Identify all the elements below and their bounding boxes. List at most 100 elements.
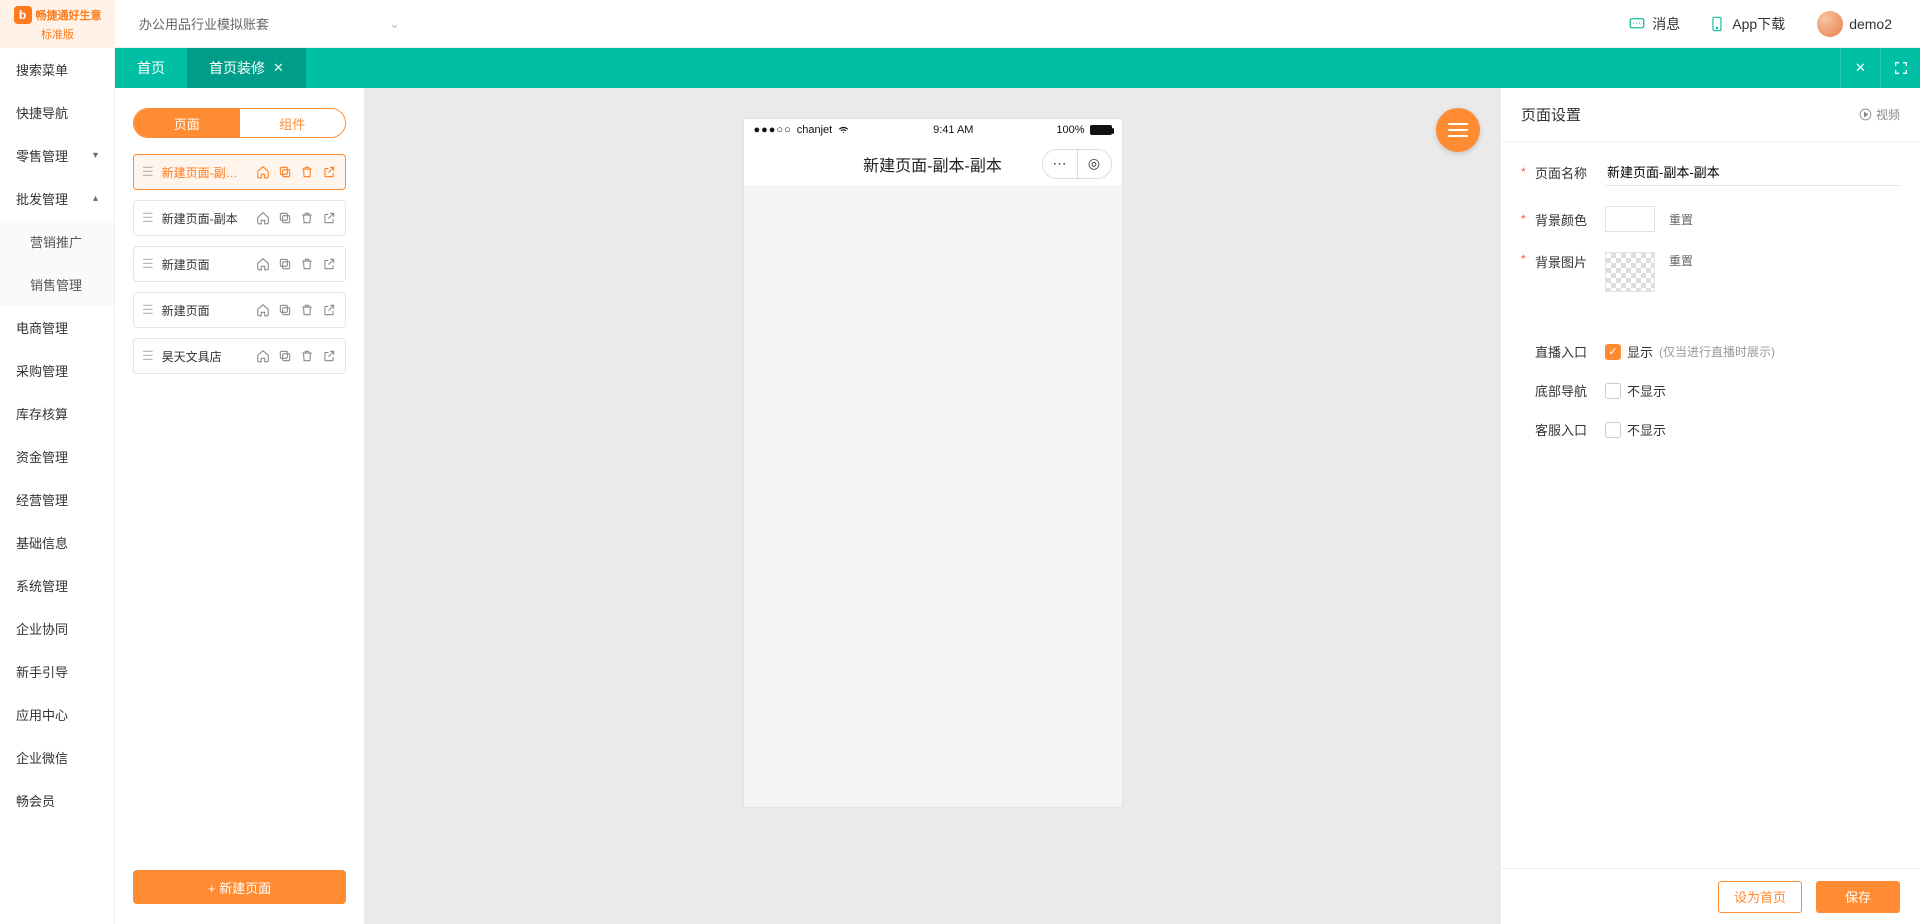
cs-entry-checkbox[interactable]: 不显示 — [1605, 420, 1666, 439]
panel-segmented: 页面 组件 — [133, 108, 346, 138]
bg-image-reset[interactable]: 重置 — [1669, 252, 1693, 269]
copy-icon[interactable] — [277, 256, 293, 272]
field-cs-entry: 客服入口 不显示 — [1521, 420, 1900, 439]
share-icon[interactable] — [321, 256, 337, 272]
messages-button[interactable]: 消息 — [1628, 14, 1680, 34]
video-link[interactable]: 视频 — [1859, 106, 1900, 123]
sidebar-item-label: 资金管理 — [16, 447, 68, 466]
share-icon[interactable] — [321, 302, 337, 318]
copy-icon[interactable] — [277, 210, 293, 226]
page-name-input[interactable] — [1605, 158, 1900, 186]
save-button[interactable]: 保存 — [1816, 881, 1900, 913]
tab-decor-label: 首页装修 — [209, 58, 265, 78]
target-icon[interactable]: ◎ — [1077, 150, 1111, 178]
tab-home[interactable]: 首页 — [115, 48, 187, 88]
sidebar-item[interactable]: 零售管理▾ — [0, 134, 114, 177]
home-icon[interactable] — [255, 210, 271, 226]
live-show-checkbox[interactable]: ✓ 显示 — [1605, 342, 1653, 361]
seg-page[interactable]: 页面 — [134, 109, 240, 137]
checkbox-off-icon — [1605, 422, 1621, 438]
drag-icon[interactable]: ☰ — [142, 256, 154, 272]
delete-icon[interactable] — [299, 256, 315, 272]
account-selector[interactable]: 办公用品行业模拟账套 ⌄ — [139, 14, 400, 33]
delete-icon[interactable] — [299, 348, 315, 364]
new-page-button[interactable]: + 新建页面 — [133, 870, 346, 904]
page-row[interactable]: ☰昊天文具店 — [133, 338, 346, 374]
field-bg-image: * 背景图片 重置 — [1521, 252, 1900, 292]
brand-logo: b 畅捷通好生意 标准版 — [0, 0, 115, 48]
sidebar-item[interactable]: 畅会员 — [0, 779, 114, 822]
home-icon[interactable] — [255, 348, 271, 364]
tab-close-all[interactable]: ✕ — [1840, 48, 1880, 88]
cs-entry-text: 不显示 — [1627, 420, 1666, 439]
field-bottom-nav: 底部导航 不显示 — [1521, 381, 1900, 400]
home-icon[interactable] — [255, 164, 271, 180]
user-menu[interactable]: demo2 — [1813, 11, 1892, 37]
seg-component[interactable]: 组件 — [240, 109, 346, 137]
bottom-nav-text: 不显示 — [1627, 381, 1666, 400]
sidebar-item-label: 电商管理 — [16, 318, 68, 337]
home-icon[interactable] — [255, 302, 271, 318]
sidebar-item[interactable]: 资金管理 — [0, 435, 114, 478]
close-icon[interactable]: ✕ — [273, 60, 284, 76]
field-page-name: * 页面名称 — [1521, 158, 1900, 186]
sidebar-item[interactable]: 企业协同 — [0, 607, 114, 650]
sidebar-item[interactable]: 快捷导航 — [0, 91, 114, 134]
fullscreen-icon[interactable] — [1880, 48, 1920, 88]
drag-icon[interactable]: ☰ — [142, 164, 154, 180]
copy-icon[interactable] — [277, 164, 293, 180]
drag-icon[interactable]: ☰ — [142, 210, 154, 226]
bg-color-reset[interactable]: 重置 — [1669, 211, 1693, 228]
chevron-down-icon: ⌄ — [389, 16, 400, 32]
tab-strip: 首页 首页装修 ✕ ✕ — [115, 48, 1920, 88]
copy-icon[interactable] — [277, 348, 293, 364]
tab-decor[interactable]: 首页装修 ✕ — [187, 48, 306, 88]
checkbox-off-icon — [1605, 383, 1621, 399]
drag-icon[interactable]: ☰ — [142, 302, 154, 318]
phone-body[interactable] — [744, 187, 1122, 807]
sidebar-item[interactable]: 企业微信 — [0, 736, 114, 779]
sidebar-item[interactable]: 库存核算 — [0, 392, 114, 435]
bg-image-swatch[interactable] — [1605, 252, 1655, 292]
app-download-button[interactable]: App下载 — [1708, 14, 1785, 34]
home-icon[interactable] — [255, 256, 271, 272]
share-icon[interactable] — [321, 348, 337, 364]
sidebar-item[interactable]: 基础信息 — [0, 521, 114, 564]
mini-program-capsule[interactable]: ⋯ ◎ — [1042, 149, 1112, 179]
phone-icon — [1708, 15, 1726, 33]
share-icon[interactable] — [321, 210, 337, 226]
drag-icon[interactable]: ☰ — [142, 348, 154, 364]
canvas-menu-fab[interactable] — [1436, 108, 1480, 152]
bg-image-label: 背景图片 — [1535, 252, 1605, 271]
pages-panel: 页面 组件 ☰新建页面-副本-... ☰新建页面-副本 ☰新建页面 ☰新建页面 ☰昊天文… — [115, 88, 365, 924]
delete-icon[interactable] — [299, 164, 315, 180]
sidebar-item[interactable]: 新手引导 — [0, 650, 114, 693]
sidebar-item[interactable]: 应用中心 — [0, 693, 114, 736]
bg-color-swatch[interactable] — [1605, 206, 1655, 232]
username: demo2 — [1849, 16, 1892, 32]
main-area: 首页 首页装修 ✕ ✕ 页面 组件 ☰新建页面-副本-... ☰新建页面-副本 ☰新… — [115, 48, 1920, 924]
sidebar-item[interactable]: 搜索菜单 — [0, 48, 114, 91]
sidebar-item[interactable]: 经营管理 — [0, 478, 114, 521]
share-icon[interactable] — [321, 164, 337, 180]
signal-icon: ●●●○○ — [754, 124, 792, 136]
sidebar-item[interactable]: 批发管理▴ — [0, 177, 114, 220]
set-home-button[interactable]: 设为首页 — [1718, 881, 1802, 913]
page-row[interactable]: ☰新建页面 — [133, 292, 346, 328]
delete-icon[interactable] — [299, 210, 315, 226]
sidebar-item[interactable]: 电商管理 — [0, 306, 114, 349]
delete-icon[interactable] — [299, 302, 315, 318]
sidebar-item[interactable]: 采购管理 — [0, 349, 114, 392]
page-row[interactable]: ☰新建页面-副本-... — [133, 154, 346, 190]
copy-icon[interactable] — [277, 302, 293, 318]
page-row[interactable]: ☰新建页面 — [133, 246, 346, 282]
sidebar-item[interactable]: 系统管理 — [0, 564, 114, 607]
more-icon[interactable]: ⋯ — [1043, 150, 1077, 178]
sidebar-item[interactable]: 营销推广 — [0, 220, 114, 263]
video-link-label: 视频 — [1876, 106, 1900, 123]
bottom-nav-checkbox[interactable]: 不显示 — [1605, 381, 1666, 400]
sidebar-item[interactable]: 销售管理 — [0, 263, 114, 306]
preview-canvas: ●●●○○ chanjet 9:41 AM 100% — [365, 88, 1500, 924]
checkbox-on-icon: ✓ — [1605, 344, 1621, 360]
page-row[interactable]: ☰新建页面-副本 — [133, 200, 346, 236]
